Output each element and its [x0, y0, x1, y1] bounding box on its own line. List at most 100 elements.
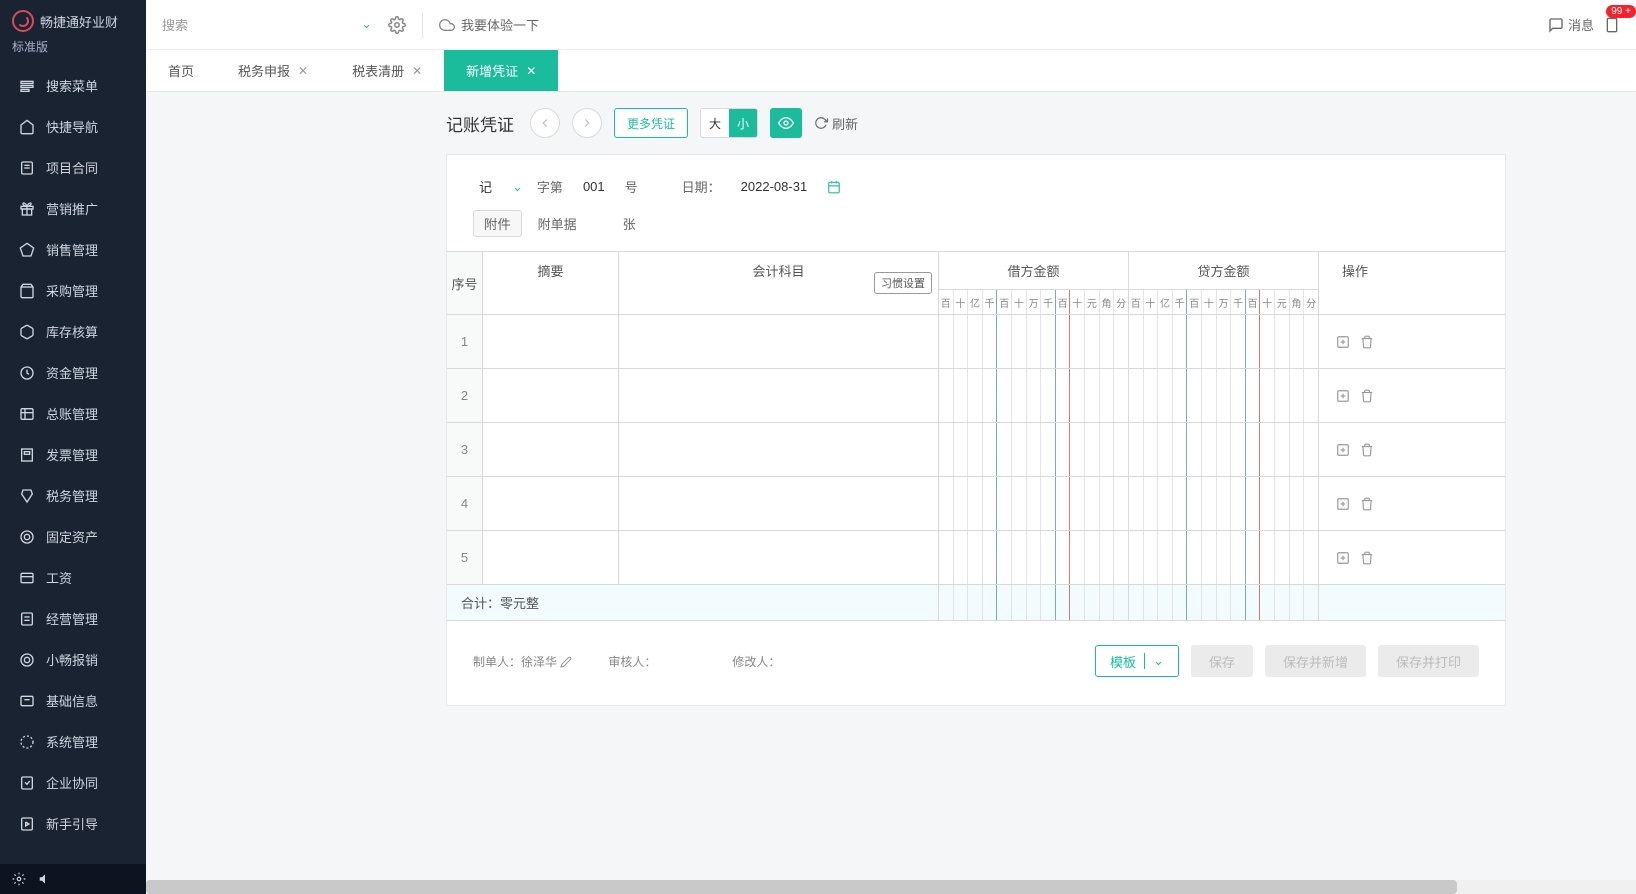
amount-digit[interactable]: [968, 369, 983, 422]
sidebar-item-5[interactable]: 采购管理: [0, 270, 146, 311]
add-row-icon[interactable]: [1336, 551, 1350, 565]
amount-digit[interactable]: [1260, 477, 1275, 530]
summary-cell[interactable]: [483, 315, 619, 368]
amount-digit[interactable]: [1217, 585, 1232, 620]
amount-digit[interactable]: [1290, 423, 1305, 476]
amount-digit[interactable]: [1100, 585, 1115, 620]
amount-digit[interactable]: [1100, 423, 1115, 476]
sidebar-item-12[interactable]: 工资: [0, 557, 146, 598]
summary-cell[interactable]: [483, 423, 619, 476]
amount-digit[interactable]: [1085, 585, 1100, 620]
amount-digit[interactable]: [1012, 315, 1027, 368]
amount-digit[interactable]: [1158, 531, 1173, 584]
amount-digit[interactable]: [1260, 531, 1275, 584]
amount-digit[interactable]: [1056, 315, 1071, 368]
amount-digit[interactable]: [983, 369, 998, 422]
amount-digit[interactable]: [1129, 423, 1144, 476]
amount-digit[interactable]: [1100, 477, 1115, 530]
amount-digit[interactable]: [1027, 531, 1042, 584]
more-voucher-button[interactable]: 更多凭证: [614, 108, 688, 138]
amount-digit[interactable]: [1027, 585, 1042, 620]
amount-digit[interactable]: [997, 531, 1012, 584]
calendar-icon[interactable]: [827, 180, 841, 194]
sidebar-item-13[interactable]: 经营管理: [0, 598, 146, 639]
debit-cell[interactable]: [939, 369, 1129, 422]
amount-digit[interactable]: [1012, 423, 1027, 476]
amount-digit[interactable]: [1187, 531, 1202, 584]
close-icon[interactable]: ✕: [526, 64, 536, 78]
close-icon[interactable]: ✕: [298, 64, 308, 78]
next-button[interactable]: [572, 108, 602, 138]
amount-digit[interactable]: [1100, 369, 1115, 422]
amount-digit[interactable]: [939, 369, 954, 422]
amount-digit[interactable]: [1246, 423, 1261, 476]
amount-digit[interactable]: [1202, 585, 1217, 620]
amount-digit[interactable]: [1275, 477, 1290, 530]
amount-digit[interactable]: [1070, 477, 1085, 530]
amount-digit[interactable]: [1187, 315, 1202, 368]
amount-digit[interactable]: [1027, 477, 1042, 530]
amount-digit[interactable]: [1158, 315, 1173, 368]
amount-digit[interactable]: [1056, 423, 1071, 476]
amount-digit[interactable]: [954, 477, 969, 530]
amount-digit[interactable]: [983, 477, 998, 530]
credit-cell[interactable]: [1129, 477, 1319, 530]
amount-digit[interactable]: [1056, 585, 1071, 620]
message-button[interactable]: 消息 99 +: [1548, 15, 1594, 34]
amount-digit[interactable]: [1144, 369, 1159, 422]
amount-digit[interactable]: [1246, 477, 1261, 530]
tab-0[interactable]: 首页: [146, 50, 216, 91]
amount-digit[interactable]: [1085, 531, 1100, 584]
amount-digit[interactable]: [968, 531, 983, 584]
amount-digit[interactable]: [1231, 369, 1246, 422]
amount-digit[interactable]: [1114, 585, 1128, 620]
amount-digit[interactable]: [1158, 585, 1173, 620]
sidebar-item-7[interactable]: 资金管理: [0, 352, 146, 393]
amount-digit[interactable]: [1144, 315, 1159, 368]
amount-digit[interactable]: [1129, 477, 1144, 530]
experience-link[interactable]: 我要体验一下: [439, 15, 539, 34]
amount-digit[interactable]: [1173, 585, 1188, 620]
amount-digit[interactable]: [1290, 369, 1305, 422]
template-button[interactable]: 模板 ⌄: [1095, 645, 1179, 677]
delete-row-icon[interactable]: [1360, 551, 1374, 565]
amount-digit[interactable]: [1304, 315, 1318, 368]
amount-digit[interactable]: [1290, 585, 1305, 620]
amount-digit[interactable]: [1129, 531, 1144, 584]
amount-digit[interactable]: [968, 585, 983, 620]
debit-cell[interactable]: [939, 477, 1129, 530]
delete-row-icon[interactable]: [1360, 497, 1374, 511]
amount-digit[interactable]: [1290, 477, 1305, 530]
save-print-button[interactable]: 保存并打印: [1378, 645, 1479, 677]
amount-digit[interactable]: [1217, 369, 1232, 422]
amount-digit[interactable]: [1304, 531, 1318, 584]
subject-cell[interactable]: [619, 315, 939, 368]
amount-digit[interactable]: [1217, 477, 1232, 530]
scroll-thumb[interactable]: [146, 880, 1457, 894]
amount-digit[interactable]: [1275, 585, 1290, 620]
credit-cell[interactable]: [1129, 369, 1319, 422]
debit-cell[interactable]: [939, 531, 1129, 584]
amount-digit[interactable]: [1041, 477, 1056, 530]
amount-digit[interactable]: [1231, 477, 1246, 530]
amount-digit[interactable]: [1173, 477, 1188, 530]
amount-digit[interactable]: [939, 531, 954, 584]
amount-digit[interactable]: [1114, 315, 1128, 368]
delete-row-icon[interactable]: [1360, 335, 1374, 349]
summary-cell[interactable]: [483, 369, 619, 422]
amount-digit[interactable]: [1217, 315, 1232, 368]
sidebar-item-16[interactable]: 系统管理: [0, 721, 146, 762]
sidebar-item-3[interactable]: 营销推广: [0, 188, 146, 229]
habit-settings-button[interactable]: 习惯设置: [874, 272, 932, 294]
amount-digit[interactable]: [1187, 585, 1202, 620]
amount-digit[interactable]: [1027, 369, 1042, 422]
save-new-button[interactable]: 保存并新增: [1265, 645, 1366, 677]
amount-digit[interactable]: [1202, 423, 1217, 476]
amount-digit[interactable]: [1304, 369, 1318, 422]
gear-icon[interactable]: [12, 872, 26, 886]
amount-digit[interactable]: [1260, 423, 1275, 476]
amount-digit[interactable]: [1129, 585, 1144, 620]
amount-digit[interactable]: [1158, 423, 1173, 476]
amount-digit[interactable]: [1187, 369, 1202, 422]
amount-digit[interactable]: [1304, 423, 1318, 476]
